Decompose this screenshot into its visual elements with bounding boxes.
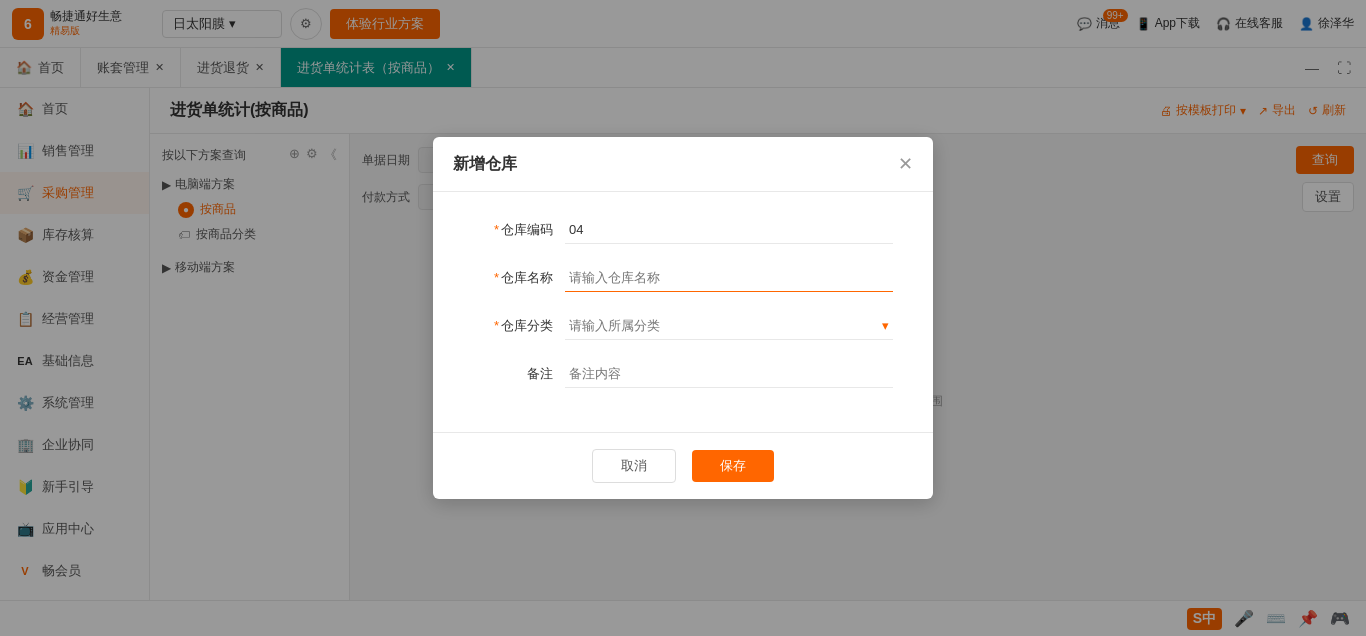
save-button[interactable]: 保存 xyxy=(692,450,774,482)
note-input[interactable] xyxy=(565,360,893,388)
code-input[interactable] xyxy=(565,216,893,244)
dialog-body: 仓库编码 仓库名称 仓库分类 ▾ 备注 xyxy=(433,192,933,432)
code-label: 仓库编码 xyxy=(473,221,553,239)
category-select-wrap[interactable]: ▾ xyxy=(565,312,893,340)
name-input[interactable] xyxy=(565,264,893,292)
dialog-footer: 取消 保存 xyxy=(433,432,933,499)
note-label: 备注 xyxy=(473,365,553,383)
dialog-overlay[interactable]: 新增仓库 ✕ 仓库编码 仓库名称 仓库分类 ▾ xyxy=(0,0,1366,636)
category-arrow-icon: ▾ xyxy=(882,318,889,333)
new-warehouse-dialog: 新增仓库 ✕ 仓库编码 仓库名称 仓库分类 ▾ xyxy=(433,137,933,499)
dialog-close-button[interactable]: ✕ xyxy=(898,153,913,175)
dialog-title: 新增仓库 xyxy=(453,154,517,175)
category-label: 仓库分类 xyxy=(473,317,553,335)
category-input[interactable] xyxy=(569,318,882,333)
form-row-category: 仓库分类 ▾ xyxy=(473,312,893,340)
form-row-note: 备注 xyxy=(473,360,893,388)
form-row-name: 仓库名称 xyxy=(473,264,893,292)
name-label: 仓库名称 xyxy=(473,269,553,287)
dialog-header: 新增仓库 ✕ xyxy=(433,137,933,192)
form-row-code: 仓库编码 xyxy=(473,216,893,244)
cancel-button[interactable]: 取消 xyxy=(592,449,676,483)
